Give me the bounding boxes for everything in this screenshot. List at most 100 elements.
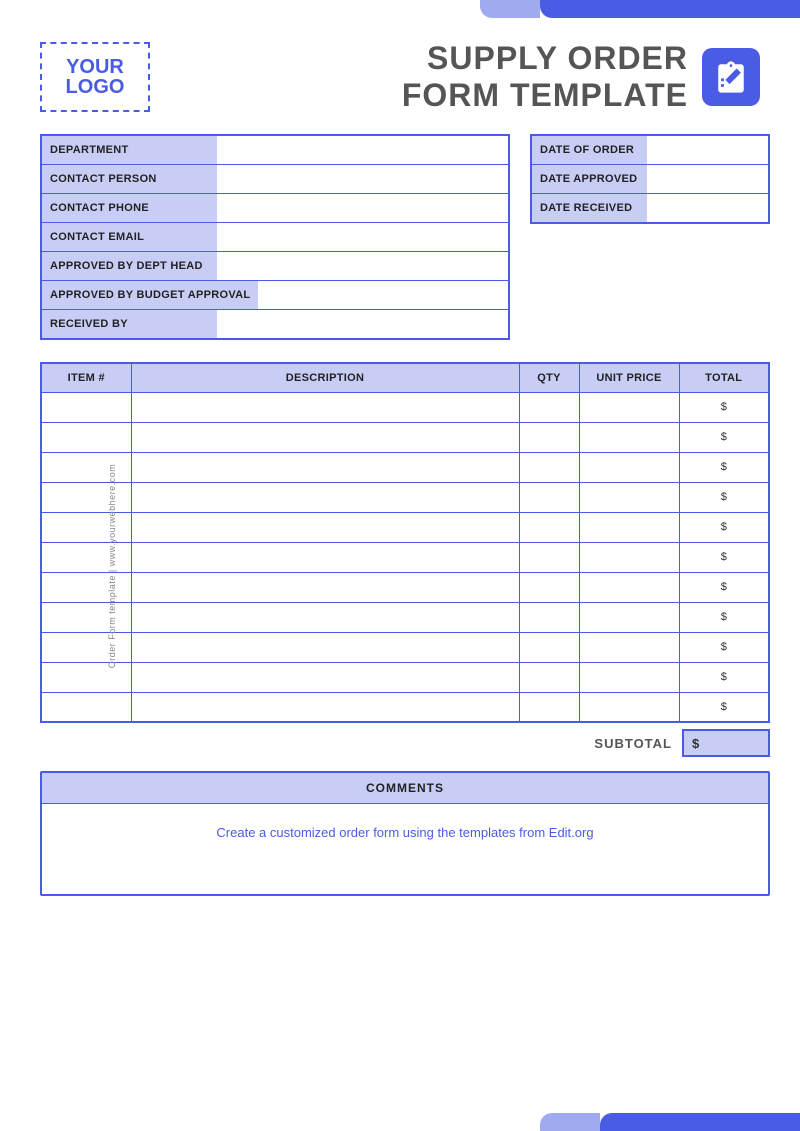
cell-unit_price[interactable] [579, 452, 679, 482]
cell-total[interactable]: $ [679, 632, 769, 662]
cell-item[interactable] [41, 692, 131, 722]
cell-total[interactable]: $ [679, 422, 769, 452]
table-row: $ [41, 482, 769, 512]
left-field-label: DEPARTMENT [42, 136, 217, 164]
left-field-value[interactable] [217, 194, 508, 222]
cell-item[interactable] [41, 602, 131, 632]
cell-desc[interactable] [131, 482, 519, 512]
cell-total[interactable]: $ [679, 452, 769, 482]
right-field-value[interactable] [647, 136, 768, 164]
clipboard-icon [702, 48, 760, 106]
cell-qty[interactable] [519, 692, 579, 722]
cell-desc[interactable] [131, 572, 519, 602]
cell-unit_price[interactable] [579, 482, 679, 512]
left-field-label: APPROVED BY DEPT HEAD [42, 252, 217, 280]
cell-item[interactable] [41, 482, 131, 512]
left-info-row: APPROVED BY BUDGET APPROVAL [42, 281, 508, 310]
cell-total[interactable]: $ [679, 572, 769, 602]
cell-unit_price[interactable] [579, 602, 679, 632]
cell-unit_price[interactable] [579, 692, 679, 722]
cell-total[interactable]: $ [679, 602, 769, 632]
cell-desc[interactable] [131, 602, 519, 632]
table-row: $ [41, 692, 769, 722]
cell-total[interactable]: $ [679, 512, 769, 542]
cell-total[interactable]: $ [679, 392, 769, 422]
items-table-header: DESCRIPTION [131, 363, 519, 393]
cell-desc[interactable] [131, 632, 519, 662]
cell-item[interactable] [41, 572, 131, 602]
cell-desc[interactable] [131, 662, 519, 692]
right-info-row: DATE APPROVED [532, 165, 768, 194]
bottom-bar-accent [540, 1113, 600, 1131]
cell-unit_price[interactable] [579, 512, 679, 542]
side-watermark: Order Form template | www.yourwebhere.co… [107, 463, 117, 667]
cell-qty[interactable] [519, 542, 579, 572]
left-info-row: APPROVED BY DEPT HEAD [42, 252, 508, 281]
items-table-header: QTY [519, 363, 579, 393]
header: YOUR LOGO SUPPLY ORDER FORM TEMPLATE [40, 40, 770, 114]
cell-item[interactable] [41, 512, 131, 542]
cell-item[interactable] [41, 662, 131, 692]
cell-desc[interactable] [131, 422, 519, 452]
cell-unit_price[interactable] [579, 422, 679, 452]
left-info-table: DEPARTMENT CONTACT PERSON CONTACT PHONE … [40, 134, 510, 340]
cell-desc[interactable] [131, 692, 519, 722]
cell-item[interactable] [41, 632, 131, 662]
items-table-header: TOTAL [679, 363, 769, 393]
right-info-table: DATE OF ORDER DATE APPROVED DATE RECEIVE… [530, 134, 770, 224]
cell-desc[interactable] [131, 452, 519, 482]
cell-qty[interactable] [519, 602, 579, 632]
cell-unit_price[interactable] [579, 632, 679, 662]
logo-box: YOUR LOGO [40, 42, 150, 112]
cell-desc[interactable] [131, 512, 519, 542]
bottom-bar-main [600, 1113, 800, 1131]
table-row: $ [41, 422, 769, 452]
info-section: DEPARTMENT CONTACT PERSON CONTACT PHONE … [40, 134, 770, 340]
cell-desc[interactable] [131, 392, 519, 422]
right-field-value[interactable] [647, 165, 768, 193]
comments-header: COMMENTS [42, 773, 768, 804]
cell-qty[interactable] [519, 662, 579, 692]
cell-total[interactable]: $ [679, 482, 769, 512]
right-field-value[interactable] [647, 194, 768, 222]
left-field-value[interactable] [258, 281, 508, 309]
comments-body: Create a customized order form using the… [42, 804, 768, 894]
cell-qty[interactable] [519, 422, 579, 452]
left-field-value[interactable] [217, 165, 508, 193]
table-row: $ [41, 572, 769, 602]
cell-qty[interactable] [519, 452, 579, 482]
table-row: $ [41, 662, 769, 692]
cell-qty[interactable] [519, 632, 579, 662]
left-field-value[interactable] [217, 252, 508, 280]
left-field-value[interactable] [217, 136, 508, 164]
table-row: $ [41, 542, 769, 572]
cell-unit_price[interactable] [579, 542, 679, 572]
left-field-label: CONTACT PHONE [42, 194, 217, 222]
cell-desc[interactable] [131, 542, 519, 572]
comments-placeholder: Create a customized order form using the… [216, 825, 593, 840]
cell-qty[interactable] [519, 482, 579, 512]
cell-qty[interactable] [519, 572, 579, 602]
items-table: ITEM #DESCRIPTIONQTYUnit PRICETOTAL$$$$$… [40, 362, 770, 724]
cell-total[interactable]: $ [679, 662, 769, 692]
cell-qty[interactable] [519, 392, 579, 422]
cell-item[interactable] [41, 452, 131, 482]
subtotal-value: $ [682, 729, 770, 757]
cell-unit_price[interactable] [579, 572, 679, 602]
cell-qty[interactable] [519, 512, 579, 542]
left-field-value[interactable] [217, 223, 508, 251]
left-field-value[interactable] [217, 310, 508, 338]
items-table-header: Unit PRICE [579, 363, 679, 393]
table-row: $ [41, 602, 769, 632]
items-table-header: ITEM # [41, 363, 131, 393]
cell-item[interactable] [41, 422, 131, 452]
cell-unit_price[interactable] [579, 392, 679, 422]
cell-unit_price[interactable] [579, 662, 679, 692]
cell-item[interactable] [41, 542, 131, 572]
top-bar-accent [480, 0, 540, 18]
cell-item[interactable] [41, 392, 131, 422]
cell-total[interactable]: $ [679, 692, 769, 722]
table-row: $ [41, 452, 769, 482]
cell-total[interactable]: $ [679, 542, 769, 572]
right-field-label: DATE OF ORDER [532, 136, 647, 164]
